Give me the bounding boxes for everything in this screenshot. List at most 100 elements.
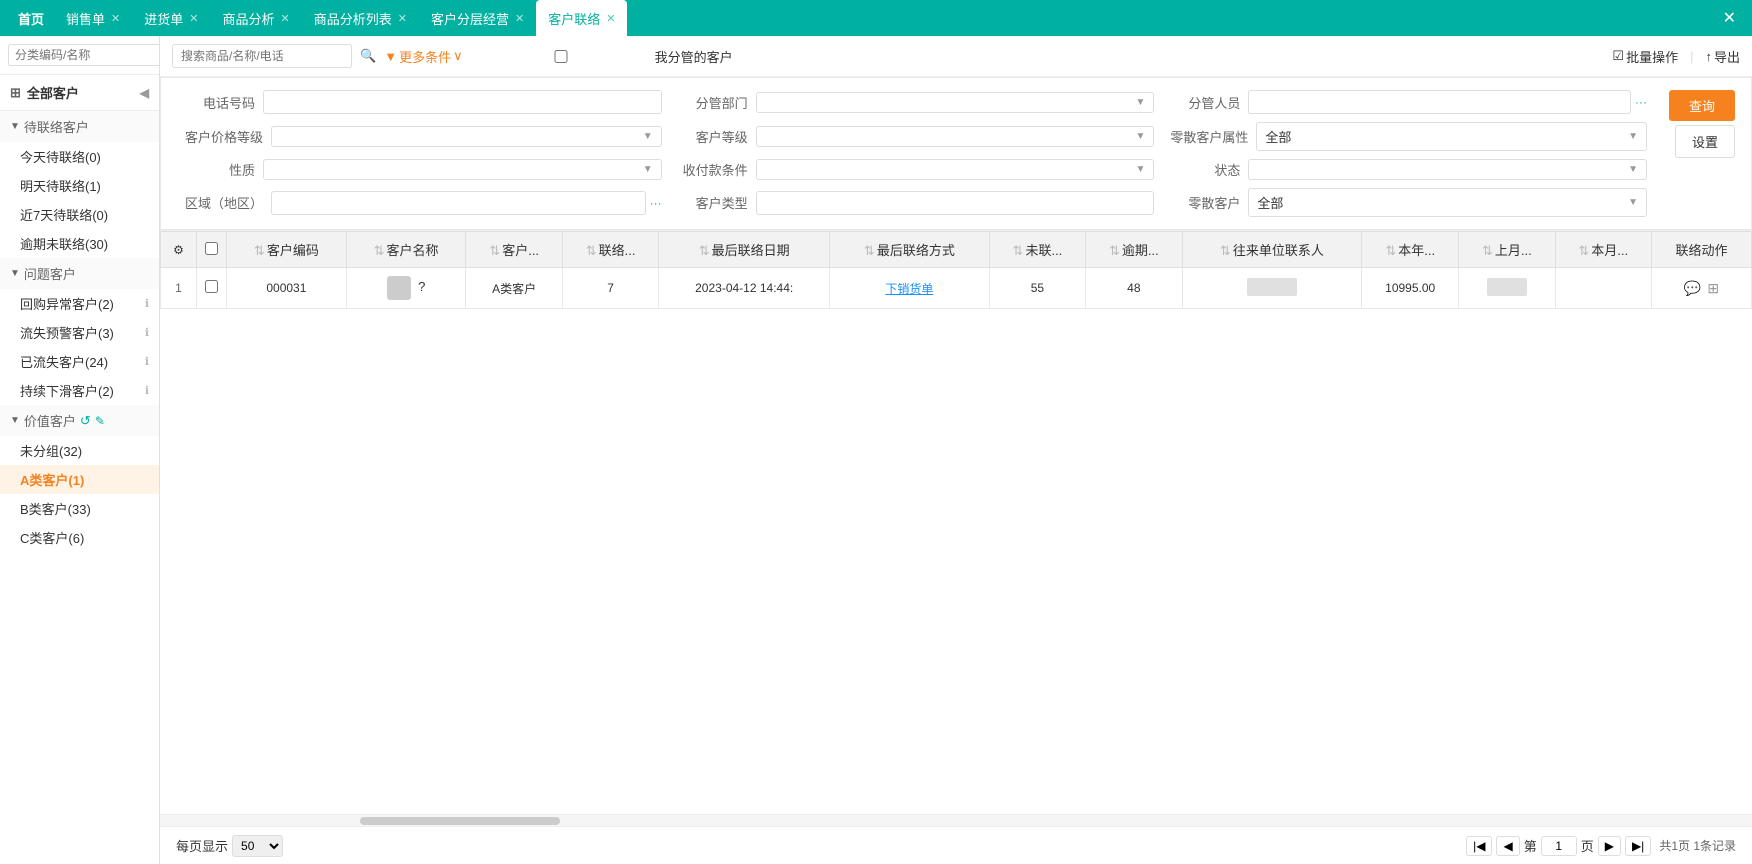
td-this-year: 10995.00 xyxy=(1362,268,1459,309)
sort-no-contact-icon[interactable]: ⇅ xyxy=(1013,243,1024,258)
export-button[interactable]: ↑ 导出 xyxy=(1705,47,1740,66)
arrow-pending: ▼ xyxy=(10,121,20,132)
scrollbar-thumb[interactable] xyxy=(360,817,560,825)
sort-overdue-icon[interactable]: ⇅ xyxy=(1109,243,1120,258)
person-more-button[interactable]: ··· xyxy=(1635,95,1647,109)
retail-customer-select[interactable]: 全部 ▼ xyxy=(1248,188,1647,217)
my-customer-checkbox[interactable] xyxy=(471,50,651,63)
sidebar-item-tomorrow-pending[interactable]: 明天待联络(1) xyxy=(0,171,159,200)
payment-select[interactable]: ▼ xyxy=(756,159,1155,180)
th-gear[interactable]: ⚙ xyxy=(161,232,197,268)
section-header-value[interactable]: ▼ 价值客户 ↺ ✎ xyxy=(0,405,159,436)
sort-way-icon[interactable]: ⇅ xyxy=(864,243,875,258)
refresh-value-icon[interactable]: ↺ xyxy=(80,413,91,429)
close-customer-contact-tab[interactable]: ✕ xyxy=(606,12,615,25)
status-label: 状态 xyxy=(1170,160,1240,179)
sidebar-item-class-b[interactable]: B类客户(33) xyxy=(0,494,159,523)
sort-date-icon[interactable]: ⇅ xyxy=(699,243,710,258)
sidebar-item-ungrouped[interactable]: 未分组(32) xyxy=(0,436,159,465)
tab-sales[interactable]: 销售单 ✕ xyxy=(54,0,132,36)
sort-code-icon[interactable]: ⇅ xyxy=(254,243,265,258)
page-input[interactable] xyxy=(1541,836,1577,856)
filter-dept: 分管部门 ▼ xyxy=(670,92,1163,113)
section-header-pending[interactable]: ▼ 待联络客户 xyxy=(0,111,159,142)
nature-select[interactable]: ▼ xyxy=(263,159,662,180)
retail-attr-select[interactable]: 全部 ▼ xyxy=(1256,122,1647,151)
td-last-contact-way[interactable]: 下销货单 xyxy=(830,268,990,309)
sidebar-collapse-btn[interactable]: ◀ xyxy=(140,86,149,100)
sort-type-icon[interactable]: ⇅ xyxy=(489,243,500,258)
horizontal-scrollbar[interactable] xyxy=(160,814,1752,826)
chat-icon[interactable]: 💬 xyxy=(1684,280,1701,297)
status-select[interactable]: ▼ xyxy=(1248,159,1647,180)
sidebar-item-class-a[interactable]: A类客户(1) xyxy=(0,465,159,494)
sort-name-icon[interactable]: ⇅ xyxy=(374,243,385,258)
td-checkbox[interactable] xyxy=(197,268,227,309)
qr-icon[interactable]: ⊞ xyxy=(1707,280,1719,297)
close-sales-tab[interactable]: ✕ xyxy=(111,12,120,25)
sort-this-year-icon[interactable]: ⇅ xyxy=(1385,243,1396,258)
person-input[interactable] xyxy=(1248,90,1631,114)
sidebar-item-churned[interactable]: 已流失客户(24) ℹ xyxy=(0,347,159,376)
retail-customer-label: 零散客户 xyxy=(1170,193,1240,212)
person-label: 分管人员 xyxy=(1170,93,1240,112)
sidebar-item-class-c[interactable]: C类客户(6) xyxy=(0,523,159,552)
tab-customer-segment[interactable]: 客户分层经营 ✕ xyxy=(419,0,536,36)
customer-type-input[interactable] xyxy=(756,191,1155,215)
sidebar-item-today-pending[interactable]: 今天待联络(0) xyxy=(0,142,159,171)
th-action: 联络动作 xyxy=(1651,232,1751,268)
customer-level-select[interactable]: ▼ xyxy=(756,126,1155,147)
last-page-button[interactable]: ▶| xyxy=(1625,836,1651,856)
more-filter-button[interactable]: ▼ 更多条件 ∨ xyxy=(384,47,462,66)
sort-contact-icon[interactable]: ⇅ xyxy=(586,243,597,258)
close-purchase-tab[interactable]: ✕ xyxy=(189,12,198,25)
phone-input[interactable] xyxy=(263,90,662,114)
home-tab[interactable]: 首页 xyxy=(8,0,54,36)
all-customers-header[interactable]: ⊞ 全部客户 ◀ xyxy=(0,75,159,111)
per-page-select[interactable]: 50 100 200 xyxy=(232,835,283,857)
sort-last-month-icon[interactable]: ⇅ xyxy=(1482,243,1493,258)
close-product-analysis-tab[interactable]: ✕ xyxy=(281,12,290,25)
section-header-problem[interactable]: ▼ 问题客户 xyxy=(0,258,159,289)
sort-this-month-icon[interactable]: ⇅ xyxy=(1578,243,1589,258)
app-close-button[interactable]: ✕ xyxy=(1715,8,1744,28)
edit-value-icon[interactable]: ✎ xyxy=(95,414,105,428)
my-customer-checkbox-area[interactable]: 我分管的客户 xyxy=(471,47,733,66)
th-code: ⇅客户编码 xyxy=(227,232,347,268)
price-level-select[interactable]: ▼ xyxy=(271,126,662,147)
tab-purchase[interactable]: 进货单 ✕ xyxy=(132,0,210,36)
first-page-button[interactable]: |◀ xyxy=(1466,836,1492,856)
td-row-num: 1 xyxy=(161,268,197,309)
region-more-button[interactable]: ··· xyxy=(650,196,662,210)
sidebar-item-repurchase-anomaly[interactable]: 回购异常客户(2) ℹ xyxy=(0,289,159,318)
sidebar-search-input[interactable] xyxy=(8,44,160,66)
th-last-contact-date: ⇅最后联络日期 xyxy=(659,232,830,268)
row-checkbox[interactable] xyxy=(205,280,218,293)
tab-product-analysis-list[interactable]: 商品分析列表 ✕ xyxy=(302,0,419,36)
batch-operation-button[interactable]: ☑ 批量操作 xyxy=(1612,47,1678,66)
prev-page-button[interactable]: ◀ xyxy=(1496,836,1519,856)
sidebar-item-overdue-contact[interactable]: 逾期未联络(30) xyxy=(0,229,159,258)
sidebar-item-7days-pending[interactable]: 近7天待联络(0) xyxy=(0,200,159,229)
sidebar-item-declining[interactable]: 持续下滑客户(2) ℹ xyxy=(0,376,159,405)
close-customer-segment-tab[interactable]: ✕ xyxy=(515,12,524,25)
th-last-month: ⇅上月... xyxy=(1459,232,1555,268)
close-product-analysis-list-tab[interactable]: ✕ xyxy=(398,12,407,25)
query-button[interactable]: 查询 xyxy=(1669,90,1735,121)
region-input[interactable] xyxy=(271,191,646,215)
search-input[interactable] xyxy=(172,44,352,68)
tab-product-analysis[interactable]: 商品分析 ✕ xyxy=(210,0,301,36)
customer-type-label: 客户类型 xyxy=(678,193,748,212)
next-page-button[interactable]: ▶ xyxy=(1598,836,1621,856)
tab-customer-contact[interactable]: 客户联络 ✕ xyxy=(536,0,627,36)
filter-customer-level: 客户等级 ▼ xyxy=(670,126,1163,147)
table-row: 1 000031 ? A类客户 7 2023-04-12 14:44: 下销货单… xyxy=(161,268,1752,309)
select-all-checkbox[interactable] xyxy=(205,242,218,255)
dept-select[interactable]: ▼ xyxy=(756,92,1155,113)
filter-row-4: 区域（地区） ··· 客户类型 零散客户 全部 ▼ xyxy=(177,184,1655,221)
search-button[interactable]: 🔍 xyxy=(360,48,376,64)
th-checkbox[interactable] xyxy=(197,232,227,268)
sort-contact-person-icon[interactable]: ⇅ xyxy=(1220,243,1231,258)
sidebar-item-churn-warning[interactable]: 流失预警客户(3) ℹ xyxy=(0,318,159,347)
setting-button[interactable]: 设置 xyxy=(1675,125,1735,158)
